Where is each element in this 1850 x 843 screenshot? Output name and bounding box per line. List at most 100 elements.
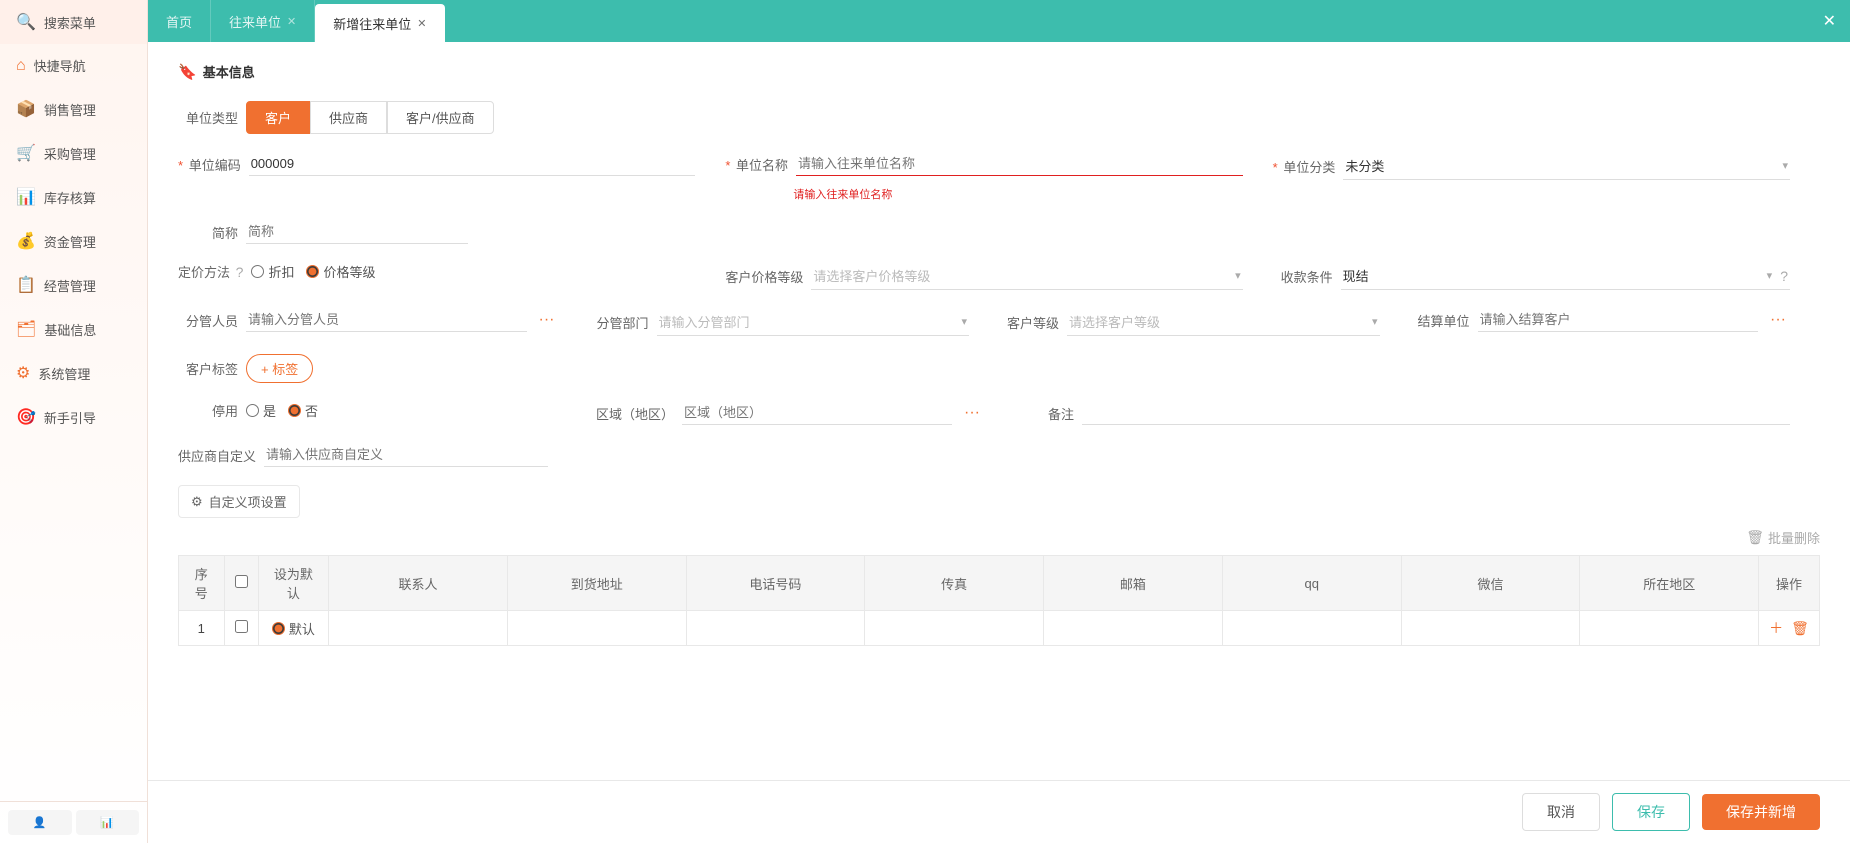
region-more-btn[interactable]: ···: [960, 404, 984, 422]
sidebar-item-guide[interactable]: 🎯 新手引导: [0, 395, 147, 439]
sidebar-item-basic-info[interactable]: 🗂 基础信息: [0, 307, 147, 351]
abbr-label: 简称: [178, 223, 238, 242]
row-checkbox: [224, 611, 258, 646]
col-location: 所在地区: [1580, 556, 1759, 611]
pricing-method-label: 定价方法 ?: [178, 262, 243, 281]
cancel-button[interactable]: 取消: [1522, 793, 1600, 831]
row-default-radio[interactable]: [272, 622, 285, 635]
tab-contacts[interactable]: 往来单位 ✕: [211, 0, 315, 42]
contacts-table: 序号 设为默认 联系人 到货地址 电话号码 传真 邮箱 qq 微信 所在地区 操…: [178, 555, 1820, 646]
custom-settings-label: 自定义项设置: [209, 492, 287, 511]
tags-label: 客户标签: [178, 359, 238, 378]
sidebar-item-label: 系统管理: [38, 364, 90, 383]
section-title-icon: 🔖: [178, 63, 197, 81]
contact-input[interactable]: [339, 621, 497, 636]
customer-level-select[interactable]: 请选择客户等级 ▾: [1067, 308, 1380, 336]
sidebar-footer: 👤 📊: [0, 801, 147, 843]
sidebar-item-search[interactable]: 🔍 搜索菜单: [0, 0, 147, 44]
sidebar-item-quick-nav[interactable]: ⌂ 快捷导航: [0, 44, 147, 87]
select-all-checkbox[interactable]: [235, 575, 248, 588]
region-input[interactable]: [682, 401, 952, 425]
unit-category-select[interactable]: 未分类 ▾: [1343, 152, 1790, 180]
sales-icon: 📦: [16, 99, 36, 119]
tab-contacts-label: 往来单位: [229, 12, 281, 31]
row-default-radio-label[interactable]: 默认: [269, 619, 319, 638]
phone-input[interactable]: [697, 621, 855, 636]
tab-new-contact[interactable]: 新增往来单位 ✕: [315, 4, 445, 42]
guide-icon: 🎯: [16, 407, 36, 427]
tags-row: 客户标签 + 标签: [178, 354, 1820, 383]
save-new-button[interactable]: 保存并新增: [1702, 794, 1820, 830]
fax-input[interactable]: [875, 621, 1033, 636]
search-icon: 🔍: [16, 12, 36, 32]
manager-more-btn[interactable]: ···: [535, 311, 559, 329]
chevron-down-icon: ▾: [1782, 159, 1788, 172]
tags-field: 客户标签 + 标签: [178, 354, 1820, 383]
location-input[interactable]: [1590, 621, 1748, 636]
unit-type-customer-btn[interactable]: 客户: [246, 101, 310, 134]
qq-input[interactable]: [1233, 621, 1391, 636]
tab-new-contact-close[interactable]: ✕: [417, 17, 426, 30]
manager-row: 分管人员 ··· 分管部门 请输入分管部门 ▾ 客户等级 请选择客户等级 ▾ 结…: [178, 308, 1820, 336]
remark-input[interactable]: [1082, 401, 1790, 425]
customer-price-level-select[interactable]: 请选择客户价格等级 ▾: [811, 262, 1242, 290]
row-qq: [1222, 611, 1401, 646]
email-input[interactable]: [1054, 621, 1212, 636]
row-email: [1044, 611, 1223, 646]
disabled-yes-radio[interactable]: 是: [246, 401, 276, 420]
row-select-checkbox[interactable]: [235, 620, 248, 633]
tab-home[interactable]: 首页: [148, 0, 211, 42]
sidebar-item-finance[interactable]: 💰 资金管理: [0, 219, 147, 263]
address-input[interactable]: [518, 621, 676, 636]
operations-icon: 📋: [16, 275, 36, 295]
unit-code-field: * 单位编码: [178, 152, 725, 176]
unit-code-input[interactable]: [249, 152, 696, 176]
pricing-row: 定价方法 ? 折扣 价格等级 客户价格等级 请选择客户价: [178, 262, 1820, 290]
save-button[interactable]: 保存: [1612, 793, 1690, 831]
disabled-radio-group: 是 否: [246, 401, 318, 420]
abbr-row: 简称: [178, 220, 1820, 244]
region-field: 区域（地区） ···: [596, 401, 1014, 425]
sidebar-stats-btn[interactable]: 📊: [76, 810, 140, 835]
department-select[interactable]: 请输入分管部门 ▾: [657, 308, 970, 336]
sidebar-item-sales[interactable]: 📦 销售管理: [0, 87, 147, 131]
sidebar-item-label: 采购管理: [44, 144, 96, 163]
unit-type-supplier-btn[interactable]: 供应商: [310, 101, 387, 134]
add-tag-btn[interactable]: + 标签: [246, 354, 313, 383]
sidebar-item-label: 经营管理: [44, 276, 96, 295]
sidebar-user-btn[interactable]: 👤: [8, 810, 72, 835]
sidebar-item-inventory[interactable]: 📊 库存核算: [0, 175, 147, 219]
payment-terms-select[interactable]: 现结 ▾ ?: [1341, 262, 1790, 290]
row-action-group: ＋ 🗑: [1769, 618, 1809, 638]
pricing-level-radio[interactable]: 价格等级: [306, 262, 375, 281]
tab-new-contact-label: 新增往来单位: [333, 14, 411, 33]
sidebar: 🔍 搜索菜单 ⌂ 快捷导航 📦 销售管理 🛒 采购管理 📊 库存核算 💰 资金管…: [0, 0, 148, 843]
payment-terms-field: 收款条件 现结 ▾ ?: [1273, 262, 1820, 290]
payment-help-icon[interactable]: ?: [1780, 268, 1788, 284]
manager-input[interactable]: [246, 308, 527, 332]
abbr-field: 简称: [178, 220, 498, 244]
pricing-discount-radio[interactable]: 折扣: [251, 262, 294, 281]
sidebar-item-operations[interactable]: 📋 经营管理: [0, 263, 147, 307]
sidebar-item-purchase[interactable]: 🛒 采购管理: [0, 131, 147, 175]
tab-bar-close-all[interactable]: ✕: [1809, 0, 1850, 42]
inventory-icon: 📊: [16, 187, 36, 207]
settlement-unit-more-btn[interactable]: ···: [1766, 311, 1790, 329]
col-address: 到货地址: [507, 556, 686, 611]
gear-icon: ⚙: [191, 494, 203, 510]
tab-contacts-close[interactable]: ✕: [287, 15, 296, 28]
settlement-unit-input[interactable]: [1478, 308, 1759, 332]
batch-delete-label[interactable]: 批量删除: [1768, 528, 1820, 547]
sidebar-item-system[interactable]: ⚙ 系统管理: [0, 351, 147, 395]
disabled-no-radio[interactable]: 否: [288, 401, 318, 420]
unit-type-both-btn[interactable]: 客户/供应商: [387, 101, 494, 134]
wechat-input[interactable]: [1412, 621, 1570, 636]
pricing-help-icon[interactable]: ?: [236, 264, 244, 280]
unit-name-input[interactable]: [796, 152, 1243, 176]
supplier-custom-input[interactable]: [264, 443, 548, 467]
unit-category-value: 未分类: [1345, 156, 1778, 175]
delete-row-btn[interactable]: 🗑: [1791, 620, 1809, 637]
add-row-btn[interactable]: ＋: [1769, 618, 1783, 638]
abbr-input[interactable]: [246, 220, 468, 244]
custom-settings-btn[interactable]: ⚙ 自定义项设置: [178, 485, 300, 518]
